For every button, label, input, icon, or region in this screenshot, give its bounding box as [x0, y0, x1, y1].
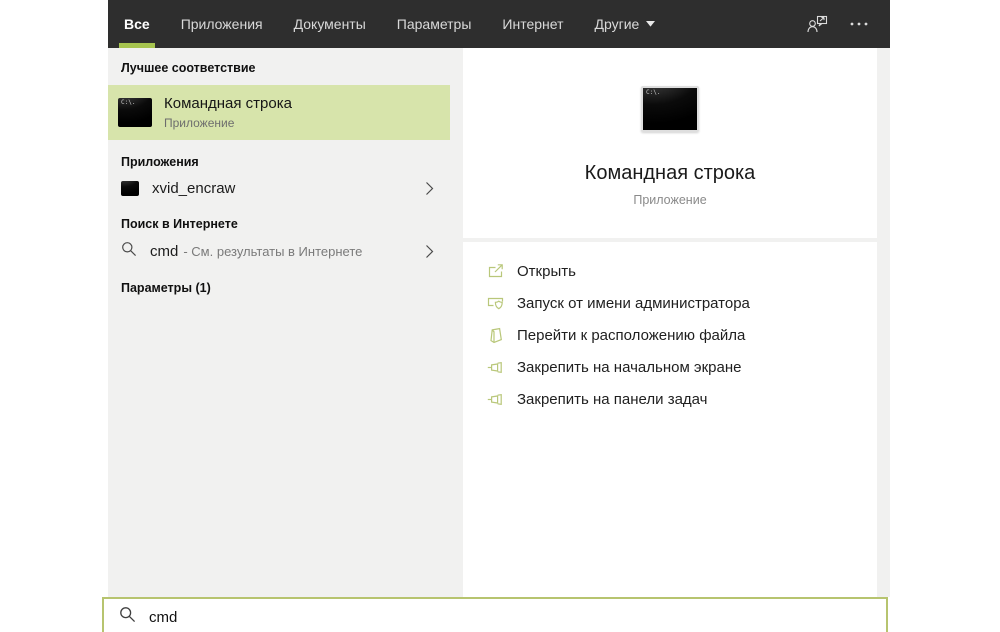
preview-subtitle: Приложение	[633, 193, 706, 207]
tab-settings-label: Параметры	[397, 16, 472, 32]
tab-more-dropdown[interactable]: Другие	[593, 0, 658, 48]
cmd-terminal-icon: C:\.	[641, 86, 699, 132]
run-as-admin-shield-icon	[487, 295, 504, 312]
cmd-terminal-icon	[121, 181, 139, 196]
action-run-as-admin-label: Запуск от имени администратора	[517, 295, 750, 312]
best-match-texts: Командная строка Приложение	[164, 95, 292, 130]
tab-apps[interactable]: Приложения	[179, 0, 265, 48]
best-match-subtitle: Приложение	[164, 116, 292, 130]
chevron-down-icon	[646, 21, 655, 27]
search-filter-bar: Все Приложения Документы Параметры Интер…	[108, 0, 890, 48]
open-external-icon	[487, 263, 504, 280]
best-match-header: Лучшее соответствие	[108, 61, 450, 75]
tab-apps-label: Приложения	[181, 16, 263, 32]
pin-icon	[487, 359, 504, 376]
chevron-right-icon[interactable]	[422, 244, 436, 259]
best-match-result-cmd[interactable]: C:\. Командная строка Приложение	[108, 85, 450, 140]
tab-documents[interactable]: Документы	[292, 0, 368, 48]
active-tab-underline	[119, 43, 155, 48]
topbar-right-buttons	[807, 0, 868, 48]
search-input[interactable]	[149, 609, 749, 626]
chevron-right-icon[interactable]	[422, 181, 436, 196]
app-result-label: xvid_encraw	[152, 180, 235, 197]
taskbar-search-box[interactable]	[102, 597, 888, 632]
web-search-query: cmd	[150, 243, 178, 260]
tab-all[interactable]: Все	[122, 0, 152, 48]
app-result-xvid-encraw[interactable]: xvid_encraw	[108, 173, 450, 203]
search-icon	[121, 241, 137, 262]
apps-section-header: Приложения	[108, 155, 450, 169]
action-open-file-location-label: Перейти к расположению файла	[517, 327, 745, 344]
action-open-file-location[interactable]: Перейти к расположению файла	[463, 319, 877, 351]
web-search-result-cmd[interactable]: cmd - См. результаты в Интернете	[108, 234, 450, 268]
best-match-title: Командная строка	[164, 95, 292, 113]
search-results-body: Лучшее соответствие C:\. Командная строк…	[108, 48, 890, 597]
settings-section-header: Параметры (1)	[108, 281, 450, 295]
tab-web[interactable]: Интернет	[500, 0, 565, 48]
feedback-person-icon[interactable]	[807, 15, 828, 33]
pin-icon	[487, 391, 504, 408]
web-search-section-header: Поиск в Интернете	[108, 217, 450, 231]
action-pin-to-taskbar-label: Закрепить на панели задач	[517, 391, 708, 408]
tab-all-label: Все	[124, 16, 150, 32]
tab-settings[interactable]: Параметры	[395, 0, 474, 48]
tab-documents-label: Документы	[294, 16, 366, 32]
tab-web-label: Интернет	[502, 16, 563, 32]
preview-hero-card: C:\. Командная строка Приложение	[463, 48, 877, 238]
windows-search-screen: Все Приложения Документы Параметры Интер…	[0, 0, 1000, 632]
action-open-label: Открыть	[517, 263, 576, 280]
cmd-terminal-icon: C:\.	[118, 98, 152, 127]
action-pin-to-start[interactable]: Закрепить на начальном экране	[463, 351, 877, 383]
action-pin-to-start-label: Закрепить на начальном экране	[517, 359, 741, 376]
file-location-icon	[487, 327, 504, 344]
action-run-as-admin[interactable]: Запуск от имени администратора	[463, 287, 877, 319]
preview-actions-card: Открыть Запуск от имени администратора	[463, 242, 877, 597]
action-open[interactable]: Открыть	[463, 255, 877, 287]
tab-more-label: Другие	[595, 16, 640, 32]
ellipsis-icon[interactable]	[850, 21, 868, 27]
results-panel: Лучшее соответствие C:\. Командная строк…	[108, 48, 450, 597]
search-icon	[119, 606, 136, 628]
web-search-suffix: - См. результаты в Интернете	[183, 244, 362, 259]
preview-panel: C:\. Командная строка Приложение Открыть	[450, 48, 890, 597]
preview-title: Командная строка	[585, 162, 756, 185]
search-flyout-window: Все Приложения Документы Параметры Интер…	[108, 0, 890, 597]
action-pin-to-taskbar[interactable]: Закрепить на панели задач	[463, 383, 877, 415]
